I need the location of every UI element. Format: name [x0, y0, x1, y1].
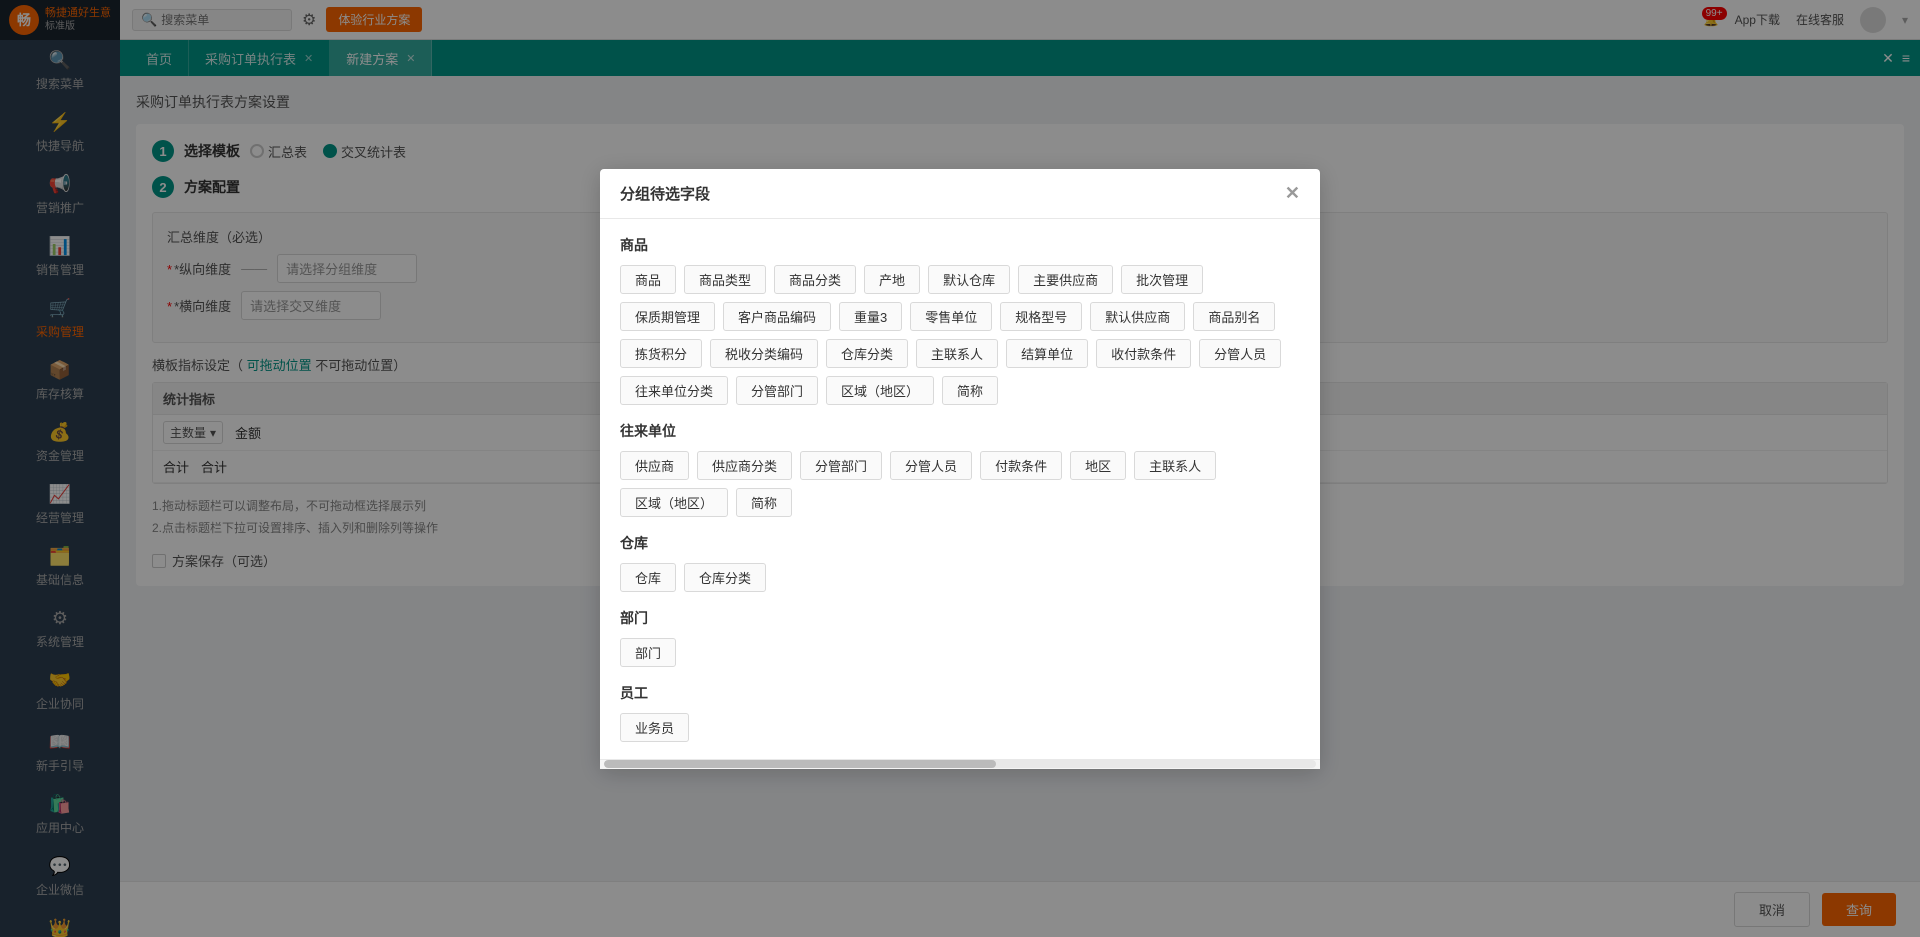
tag-product-19[interactable]: 收付款条件 — [1096, 339, 1191, 368]
tag-partner-8[interactable]: 简称 — [736, 488, 792, 517]
tag-partner-7[interactable]: 区域（地区） — [620, 488, 728, 517]
tag-partner-6[interactable]: 主联系人 — [1134, 451, 1216, 480]
tag-product-4[interactable]: 默认仓库 — [928, 265, 1010, 294]
tag-product-5[interactable]: 主要供应商 — [1018, 265, 1113, 294]
tag-product-10[interactable]: 零售单位 — [910, 302, 992, 331]
tag-product-23[interactable]: 区域（地区） — [826, 376, 934, 405]
tag-employee-0[interactable]: 业务员 — [620, 713, 689, 742]
tag-partner-5[interactable]: 地区 — [1070, 451, 1126, 480]
section-department-title: 部门 — [620, 608, 1300, 628]
tag-product-20[interactable]: 分管人员 — [1199, 339, 1281, 368]
tag-product-21[interactable]: 往来单位分类 — [620, 376, 728, 405]
tag-product-12[interactable]: 默认供应商 — [1090, 302, 1185, 331]
field-select-modal: 分组待选字段 ✕ 商品 商品 商品类型 商品分类 产地 默认仓库 主要供应商 批… — [600, 169, 1320, 769]
tag-product-13[interactable]: 商品别名 — [1193, 302, 1275, 331]
department-tags: 部门 — [620, 638, 1300, 667]
tag-warehouse-0[interactable]: 仓库 — [620, 563, 676, 592]
modal-body[interactable]: 商品 商品 商品类型 商品分类 产地 默认仓库 主要供应商 批次管理 保质期管理… — [600, 219, 1320, 759]
tag-product-0[interactable]: 商品 — [620, 265, 676, 294]
tag-department-0[interactable]: 部门 — [620, 638, 676, 667]
section-employee-title: 员工 — [620, 683, 1300, 703]
tag-product-15[interactable]: 税收分类编码 — [710, 339, 818, 368]
tag-product-24[interactable]: 简称 — [942, 376, 998, 405]
section-employee: 员工 业务员 — [620, 683, 1300, 742]
tag-product-9[interactable]: 重量3 — [839, 302, 902, 331]
tag-partner-3[interactable]: 分管人员 — [890, 451, 972, 480]
tag-partner-2[interactable]: 分管部门 — [800, 451, 882, 480]
tag-product-14[interactable]: 拣货积分 — [620, 339, 702, 368]
tag-partner-1[interactable]: 供应商分类 — [697, 451, 792, 480]
tag-partner-0[interactable]: 供应商 — [620, 451, 689, 480]
tag-warehouse-1[interactable]: 仓库分类 — [684, 563, 766, 592]
warehouse-tags: 仓库 仓库分类 — [620, 563, 1300, 592]
section-warehouse-title: 仓库 — [620, 533, 1300, 553]
tag-product-8[interactable]: 客户商品编码 — [723, 302, 831, 331]
partner-tags: 供应商 供应商分类 分管部门 分管人员 付款条件 地区 主联系人 区域（地区） … — [620, 451, 1300, 517]
tag-product-18[interactable]: 结算单位 — [1006, 339, 1088, 368]
tag-product-17[interactable]: 主联系人 — [916, 339, 998, 368]
section-partner: 往来单位 供应商 供应商分类 分管部门 分管人员 付款条件 地区 主联系人 区域… — [620, 421, 1300, 517]
tag-product-7[interactable]: 保质期管理 — [620, 302, 715, 331]
modal-horizontal-scrollbar[interactable] — [600, 759, 1320, 769]
tag-product-3[interactable]: 产地 — [864, 265, 920, 294]
tag-product-11[interactable]: 规格型号 — [1000, 302, 1082, 331]
tag-product-2[interactable]: 商品分类 — [774, 265, 856, 294]
section-product-title: 商品 — [620, 235, 1300, 255]
tag-partner-4[interactable]: 付款条件 — [980, 451, 1062, 480]
tag-product-16[interactable]: 仓库分类 — [826, 339, 908, 368]
section-department: 部门 部门 — [620, 608, 1300, 667]
modal-close-button[interactable]: ✕ — [1285, 183, 1300, 204]
modal-overlay: 分组待选字段 ✕ 商品 商品 商品类型 商品分类 产地 默认仓库 主要供应商 批… — [0, 0, 1920, 937]
employee-tags: 业务员 — [620, 713, 1300, 742]
modal-title: 分组待选字段 — [620, 183, 710, 204]
tag-product-6[interactable]: 批次管理 — [1121, 265, 1203, 294]
modal-header: 分组待选字段 ✕ — [600, 169, 1320, 219]
section-warehouse: 仓库 仓库 仓库分类 — [620, 533, 1300, 592]
section-product: 商品 商品 商品类型 商品分类 产地 默认仓库 主要供应商 批次管理 保质期管理… — [620, 235, 1300, 405]
product-tags: 商品 商品类型 商品分类 产地 默认仓库 主要供应商 批次管理 保质期管理 客户… — [620, 265, 1300, 405]
tag-product-22[interactable]: 分管部门 — [736, 376, 818, 405]
section-partner-title: 往来单位 — [620, 421, 1300, 441]
tag-product-1[interactable]: 商品类型 — [684, 265, 766, 294]
